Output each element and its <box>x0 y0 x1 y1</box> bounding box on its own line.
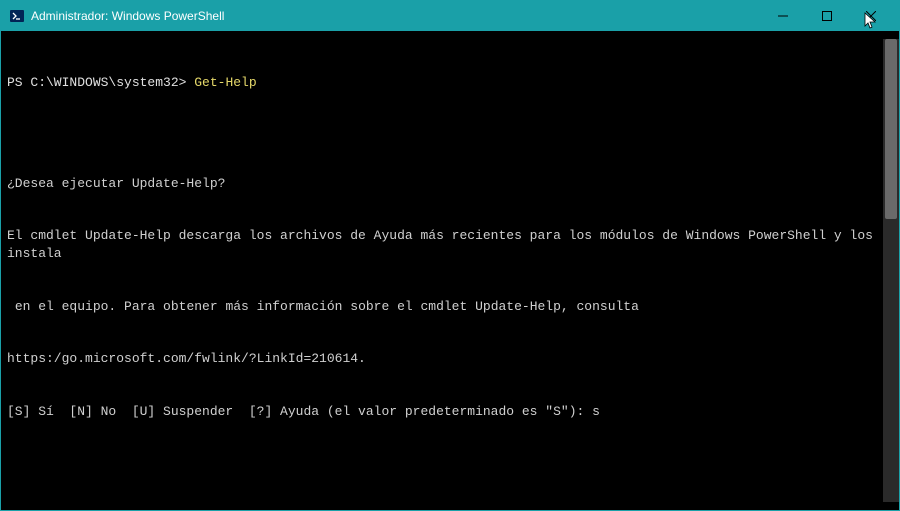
terminal-body[interactable]: PS C:\WINDOWS\system32> Get-Help ¿Desea … <box>1 31 899 510</box>
maximize-button[interactable] <box>805 2 849 30</box>
prompt-path: PS C:\WINDOWS\system32> <box>7 75 194 90</box>
window-controls <box>761 2 893 30</box>
close-button[interactable] <box>849 2 893 30</box>
minimize-button[interactable] <box>761 2 805 30</box>
update-help-text: El cmdlet Update-Help descarga los archi… <box>7 227 879 262</box>
vertical-scrollbar[interactable] <box>883 39 899 502</box>
command-text: Get-Help <box>194 75 256 90</box>
powershell-icon <box>9 8 25 24</box>
terminal-content[interactable]: PS C:\WINDOWS\system32> Get-Help ¿Desea … <box>7 39 883 502</box>
scrollbar-thumb[interactable] <box>885 39 897 219</box>
titlebar[interactable]: Administrador: Windows PowerShell <box>1 1 899 31</box>
update-help-options: [S] Sí [N] No [U] Suspender [?] Ayuda (e… <box>7 403 879 421</box>
update-help-question: ¿Desea ejecutar Update-Help? <box>7 175 879 193</box>
prompt-line: PS C:\WINDOWS\system32> Get-Help <box>7 74 879 92</box>
window-title: Administrador: Windows PowerShell <box>31 9 224 23</box>
update-help-text: en el equipo. Para obtener más informaci… <box>7 298 879 316</box>
update-help-text: https:/go.microsoft.com/fwlink/?LinkId=2… <box>7 350 879 368</box>
